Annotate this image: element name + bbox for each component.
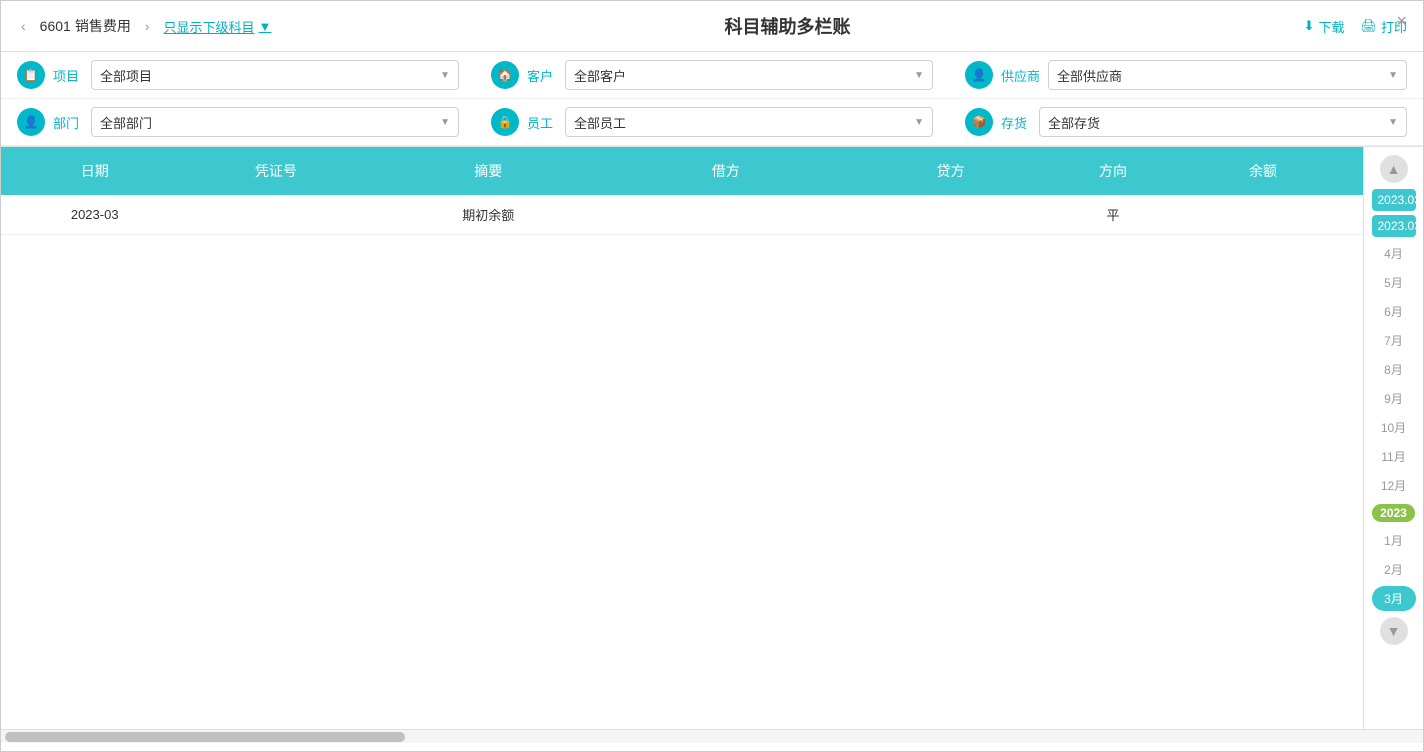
month-item-7[interactable]: 7月 [1372,328,1416,353]
inventory-arrow-icon: ▼ [1388,117,1398,128]
supplier-value: 全部供应商 [1057,66,1122,85]
nav-next-button[interactable]: › [141,16,154,36]
employee-arrow-icon: ▼ [914,117,924,128]
month-item-9[interactable]: 9月 [1372,386,1416,411]
department-arrow-icon: ▼ [440,117,450,128]
page-title: 科目辅助多栏账 [281,13,1293,39]
filter-supplier: 👤 供应商 全部供应商 ▼ [949,52,1423,99]
download-button[interactable]: ⬇ 下载 [1304,17,1345,36]
employee-value: 全部员工 [574,113,626,132]
department-label: 部门 [53,113,83,132]
supplier-select[interactable]: 全部供应商 ▼ [1048,60,1407,90]
filter-customer: 🏠 客户 全部客户 ▼ [475,52,949,99]
month-item-2[interactable]: 2月 [1372,557,1416,582]
cell-summary: 期初余额 [363,195,613,235]
inventory-select[interactable]: 全部存货 ▼ [1039,107,1407,137]
supplier-label: 供应商 [1001,66,1040,85]
close-button[interactable]: × [1396,11,1407,32]
col-header-credit: 贷方 [838,147,1063,195]
customer-select[interactable]: 全部客户 ▼ [565,60,933,90]
month-item-6[interactable]: 6月 [1372,299,1416,324]
department-value: 全部部门 [100,113,152,132]
print-icon: 🖨 [1360,18,1377,34]
show-sub-label: 只显示下级科目 [164,17,255,36]
inventory-label: 存货 [1001,113,1031,132]
month-item-12[interactable]: 12月 [1372,473,1416,498]
action-buttons: ⬇ 下载 🖨 打印 [1304,17,1407,36]
filter-employee: 🔒 员工 全部员工 ▼ [475,99,949,146]
month-nav-up-button[interactable]: ▲ [1380,155,1408,183]
month-item-11[interactable]: 11月 [1372,444,1416,469]
department-select[interactable]: 全部部门 ▼ [91,107,459,137]
show-sub-arrow-icon: ▼ [259,19,272,34]
header-bar: ‹ 6601 销售费用 › 只显示下级科目 ▼ 科目辅助多栏账 ⬇ 下载 🖨 打… [1,1,1423,52]
download-icon: ⬇ [1304,18,1315,34]
month-item-8[interactable]: 8月 [1372,357,1416,382]
department-icon: 👤 [17,108,45,136]
filter-inventory: 📦 存货 全部存货 ▼ [949,99,1423,146]
customer-value: 全部客户 [574,66,626,85]
scroll-thumb[interactable] [5,732,405,742]
table-row: 2023-03 期初余额 平 [1,195,1363,235]
project-select[interactable]: 全部项目 ▼ [91,60,459,90]
col-header-direction: 方向 [1063,147,1163,195]
employee-label: 员工 [527,113,557,132]
project-arrow-icon: ▼ [440,70,450,81]
month-item-10[interactable]: 10月 [1372,415,1416,440]
col-header-summary: 摘要 [363,147,613,195]
month-nav-down-button[interactable]: ▼ [1380,617,1408,645]
supplier-icon: 👤 [965,61,993,89]
month-item-1[interactable]: 1月 [1372,528,1416,553]
nav-prev-button[interactable]: ‹ [17,16,30,36]
col-header-voucher: 凭证号 [188,147,363,195]
main-content: 日期 凭证号 摘要 借方 贷方 方向 余额 2023-03 期初余额 [1,147,1423,729]
month-item-5[interactable]: 5月 [1372,270,1416,295]
account-code-area: 6601 销售费用 [40,16,131,36]
cell-debit [613,195,838,235]
table-area: 日期 凭证号 摘要 借方 贷方 方向 余额 2023-03 期初余额 [1,147,1363,729]
cell-direction: 平 [1063,195,1163,235]
supplier-arrow-icon: ▼ [1388,70,1398,81]
cell-date: 2023-03 [1,195,188,235]
employee-icon: 🔒 [491,108,519,136]
filter-department: 👤 部门 全部部门 ▼ [1,99,475,146]
month-navigator: ▲ 2023.03 2023.03 4月 5月 6月 7月 8月 9月 10月 … [1363,147,1423,729]
col-header-debit: 借方 [613,147,838,195]
show-sub-button[interactable]: 只显示下级科目 ▼ [164,17,272,36]
cell-voucher [188,195,363,235]
customer-arrow-icon: ▼ [914,70,924,81]
year-badge: 2023 [1372,504,1415,522]
col-header-date: 日期 [1,147,188,195]
project-icon: 📋 [17,61,45,89]
project-label: 项目 [53,66,83,85]
selected-period-2[interactable]: 2023.03 [1372,215,1416,237]
ledger-table: 日期 凭证号 摘要 借方 贷方 方向 余额 2023-03 期初余额 [1,147,1363,235]
cell-credit [838,195,1063,235]
account-code: 6601 [40,18,71,34]
download-label: 下载 [1318,17,1344,36]
employee-select[interactable]: 全部员工 ▼ [565,107,933,137]
account-name: 销售费用 [75,16,131,36]
col-header-balance: 余额 [1163,147,1363,195]
cell-balance [1163,195,1363,235]
filter-project: 📋 项目 全部项目 ▼ [1,52,475,99]
month-item-3[interactable]: 3月 [1372,586,1416,611]
project-value: 全部项目 [100,66,152,85]
customer-icon: 🏠 [491,61,519,89]
month-item-4[interactable]: 4月 [1372,241,1416,266]
inventory-value: 全部存货 [1048,113,1100,132]
horizontal-scrollbar[interactable] [1,729,1423,743]
inventory-icon: 📦 [965,108,993,136]
customer-label: 客户 [527,66,557,85]
selected-period-1[interactable]: 2023.03 [1372,189,1416,211]
table-header-row: 日期 凭证号 摘要 借方 贷方 方向 余额 [1,147,1363,195]
filter-bar: 📋 项目 全部项目 ▼ 🏠 客户 全部客户 ▼ 👤 供应商 全部供应商 ▼ [1,52,1423,147]
